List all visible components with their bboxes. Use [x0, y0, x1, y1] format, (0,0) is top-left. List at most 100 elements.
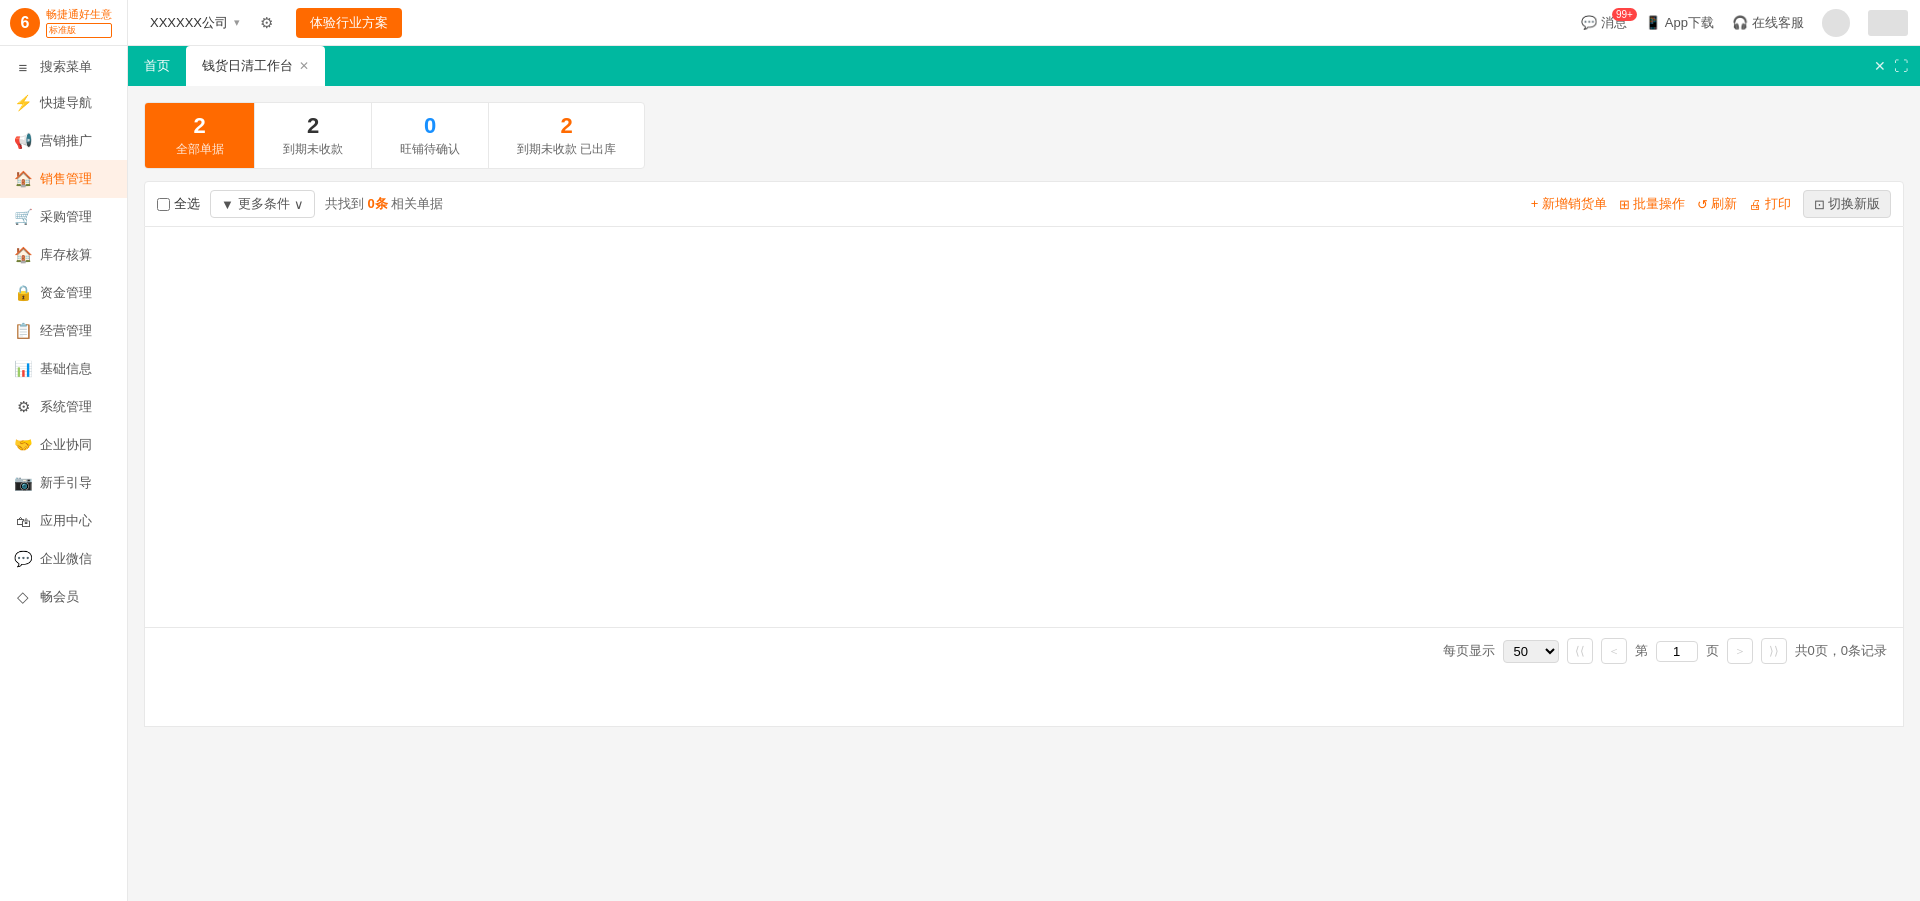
toolbar-left: 全选 ▼ 更多条件 ∨ 共找到 0条 相关单据	[157, 190, 1521, 218]
found-suffix: 相关单据	[391, 196, 443, 211]
pagination: 每页显示 50 100 200 ⟨⟨ ＜ 第 页 ＞ ⟩⟩ 共0页，0条记录	[145, 627, 1903, 674]
sidebar-item-label: 系统管理	[40, 398, 92, 416]
sidebar-item-appstore[interactable]: 🛍 应用中心	[0, 502, 127, 540]
pagination-last-btn[interactable]: ⟩⟩	[1761, 638, 1787, 664]
sidebar-logo: 6 畅捷通好生意 标准版	[0, 0, 127, 46]
sidebar-search-btn[interactable]: ≡ 搜索菜单	[0, 50, 127, 84]
sidebar-item-label: 新手引导	[40, 474, 92, 492]
app-logo-icon: 6	[10, 8, 40, 38]
print-button[interactable]: 🖨 打印	[1749, 195, 1791, 213]
chevron-down-icon: ∨	[294, 197, 304, 212]
sidebar-item-basic-info[interactable]: 📊 基础信息	[0, 350, 127, 388]
settings-icon[interactable]: ⚙	[252, 9, 280, 37]
user-name-area[interactable]	[1868, 10, 1908, 36]
switch-version-button[interactable]: ⊡ 切换新版	[1803, 190, 1891, 218]
wechat-work-icon: 💬	[14, 550, 32, 568]
per-page-select[interactable]: 50 100 200	[1503, 640, 1559, 663]
sidebar-item-purchase[interactable]: 🛒 采购管理	[0, 198, 127, 236]
newbie-icon: 📷	[14, 474, 32, 492]
chevron-down-icon[interactable]: ▾	[234, 16, 240, 29]
app-download-label: App下载	[1665, 14, 1714, 32]
app-name: 畅捷通好生意	[46, 7, 112, 21]
sidebar: 6 畅捷通好生意 标准版 ≡ 搜索菜单 ⚡ 快捷导航 📢 营销推广 🏠 销售管理…	[0, 0, 128, 901]
message-btn[interactable]: 💬 消息 99+	[1581, 14, 1627, 32]
sales-icon: 🏠	[14, 170, 32, 188]
sidebar-item-label: 畅会员	[40, 588, 79, 606]
appstore-icon: 🛍	[14, 513, 32, 530]
select-all-checkbox[interactable]: 全选	[157, 195, 200, 213]
sidebar-search-label: 搜索菜单	[40, 58, 92, 76]
stats-tab-all[interactable]: 2 全部单据	[145, 103, 255, 168]
sidebar-item-operations[interactable]: 📋 经营管理	[0, 312, 127, 350]
refresh-button[interactable]: ↺ 刷新	[1697, 195, 1737, 213]
table-empty-state	[145, 227, 1903, 627]
batch-label: 批量操作	[1633, 195, 1685, 213]
switch-icon: ⊡	[1814, 197, 1825, 212]
try-industry-button[interactable]: 体验行业方案	[296, 8, 402, 38]
stats-tab-all-num: 2	[173, 113, 226, 139]
filter-icon: ▼	[221, 197, 234, 212]
sidebar-item-finance[interactable]: 🔒 资金管理	[0, 274, 127, 312]
sidebar-item-inventory[interactable]: 🏠 库存核算	[0, 236, 127, 274]
filter-label: 更多条件	[238, 195, 290, 213]
pagination-first-btn[interactable]: ⟨⟨	[1567, 638, 1593, 664]
table-area: 每页显示 50 100 200 ⟨⟨ ＜ 第 页 ＞ ⟩⟩ 共0页，0条记录	[144, 227, 1904, 727]
sidebar-item-label: 营销推广	[40, 132, 92, 150]
found-count: 0条	[368, 196, 388, 211]
tab-home-label: 首页	[144, 57, 170, 75]
refresh-label: 刷新	[1711, 195, 1737, 213]
add-sales-order-button[interactable]: + 新增销货单	[1531, 195, 1607, 213]
message-badge: 99+	[1612, 8, 1637, 21]
system-icon: ⚙	[14, 398, 32, 416]
online-service-btn[interactable]: 🎧 在线客服	[1732, 14, 1804, 32]
print-icon: 🖨	[1749, 197, 1762, 212]
sidebar-item-quick-nav[interactable]: ⚡ 快捷导航	[0, 84, 127, 122]
sidebar-item-wechat-work[interactable]: 💬 企业微信	[0, 540, 127, 578]
print-label: 打印	[1765, 195, 1791, 213]
more-filter-button[interactable]: ▼ 更多条件 ∨	[210, 190, 315, 218]
select-all-input[interactable]	[157, 198, 170, 211]
page-suffix: 页	[1706, 642, 1719, 660]
marketing-icon: 📢	[14, 132, 32, 150]
tabbar-actions: ✕ ⛶	[1874, 58, 1920, 74]
switch-label: 切换新版	[1828, 195, 1880, 213]
toolbar: 全选 ▼ 更多条件 ∨ 共找到 0条 相关单据 + 新增销货单 ⊞ 批量操作 ↺…	[144, 181, 1904, 227]
tabbar: 首页 钱货日清工作台 ✕ ✕ ⛶	[128, 46, 1920, 86]
pagination-prev-btn[interactable]: ＜	[1601, 638, 1627, 664]
purchase-icon: 🛒	[14, 208, 32, 226]
tab-home[interactable]: 首页	[128, 46, 186, 86]
sidebar-item-marketing[interactable]: 📢 营销推广	[0, 122, 127, 160]
app-download-btn[interactable]: 📱 App下载	[1645, 14, 1714, 32]
tab-close-all-icon[interactable]: ✕	[1874, 58, 1886, 74]
stats-tab-shipped[interactable]: 2 到期未收款 已出库	[489, 103, 644, 168]
stats-tab-overdue-num: 2	[283, 113, 343, 139]
sidebar-item-newbie[interactable]: 📷 新手引导	[0, 464, 127, 502]
sidebar-item-system[interactable]: ⚙ 系统管理	[0, 388, 127, 426]
user-avatar[interactable]	[1822, 9, 1850, 37]
sidebar-item-label: 企业协同	[40, 436, 92, 454]
enterprise-icon: 🤝	[14, 436, 32, 454]
main-content: 2 全部单据 2 到期未收款 0 旺铺待确认 2 到期未收款 已出库 全选 ▼ …	[128, 86, 1920, 901]
member-icon: ◇	[14, 588, 32, 606]
stats-tab-overdue[interactable]: 2 到期未收款	[255, 103, 372, 168]
per-page-label: 每页显示	[1443, 642, 1495, 660]
close-icon[interactable]: ✕	[299, 59, 309, 73]
sidebar-item-enterprise[interactable]: 🤝 企业协同	[0, 426, 127, 464]
tab-work-station[interactable]: 钱货日清工作台 ✕	[186, 46, 325, 86]
sidebar-item-label: 库存核算	[40, 246, 92, 264]
page-input[interactable]	[1656, 641, 1698, 662]
batch-operation-button[interactable]: ⊞ 批量操作	[1619, 195, 1685, 213]
stats-tab-shipped-num: 2	[517, 113, 616, 139]
found-text: 共找到 0条 相关单据	[325, 195, 443, 213]
service-icon: 🎧	[1732, 15, 1748, 30]
tab-expand-icon[interactable]: ⛶	[1894, 58, 1908, 74]
pagination-next-btn[interactable]: ＞	[1727, 638, 1753, 664]
inventory-icon: 🏠	[14, 246, 32, 264]
sidebar-item-member[interactable]: ◇ 畅会员	[0, 578, 127, 616]
company-name: XXXXXX公司	[150, 14, 228, 32]
stats-tab-wangpu[interactable]: 0 旺铺待确认	[372, 103, 489, 168]
app-tag: 标准版	[46, 23, 112, 38]
sidebar-item-sales[interactable]: 🏠 销售管理	[0, 160, 127, 198]
sidebar-item-label: 企业微信	[40, 550, 92, 568]
tab-workstation-label: 钱货日清工作台	[202, 57, 293, 75]
